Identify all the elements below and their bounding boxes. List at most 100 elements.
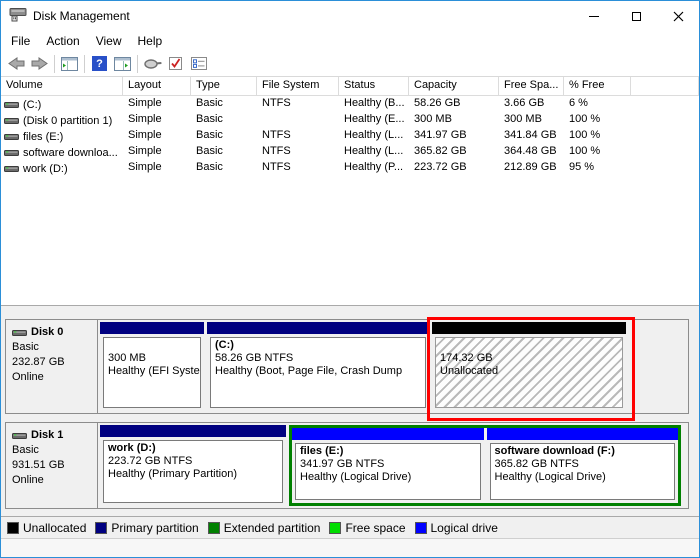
cell-status: Healthy (L... <box>339 144 409 160</box>
disk-status: Online <box>12 473 93 488</box>
cell-free: 300 MB <box>499 112 564 128</box>
menu-action[interactable]: Action <box>38 32 87 50</box>
col-volume[interactable]: Volume <box>1 77 123 95</box>
legend-label: Free space <box>345 521 405 535</box>
cell-free: 3.66 GB <box>499 96 564 112</box>
partition-size: 174.32 GB <box>440 352 618 365</box>
logical-drive-swatch <box>415 522 427 534</box>
cell-status: Healthy (E... <box>339 112 409 128</box>
action-pane-button[interactable] <box>111 53 134 75</box>
cell-layout: Simple <box>123 160 191 176</box>
check-disk-button[interactable] <box>164 53 187 75</box>
disk1-header[interactable]: Disk 1 Basic 931.51 GB Online <box>5 422 98 509</box>
cell-pct: 95 % <box>564 160 631 176</box>
volume-name: (C:) <box>23 99 41 111</box>
disk-kind: Basic <box>12 340 93 355</box>
col-status[interactable]: Status <box>339 77 409 95</box>
volume-list: Volume Layout Type File System Status Ca… <box>1 77 699 305</box>
partition-work-d[interactable]: work (D:) 223.72 GB NTFS Healthy (Primar… <box>100 425 286 506</box>
partition-size: 341.97 GB NTFS <box>300 458 476 471</box>
disk-name: Disk 0 <box>31 325 63 340</box>
extended-partition-container: files (E:) 341.97 GB NTFS Healthy (Logic… <box>289 425 681 506</box>
maximize-button[interactable] <box>615 1 657 31</box>
legend-unallocated: Unallocated <box>7 521 86 535</box>
partition-title <box>440 339 618 352</box>
cell-type: Basic <box>191 128 257 144</box>
maximize-icon <box>632 12 641 21</box>
partition-status: Healthy (Primary Partition) <box>108 468 278 481</box>
properties-button[interactable] <box>187 53 210 75</box>
partition-files-e[interactable]: files (E:) 341.97 GB NTFS Healthy (Logic… <box>292 428 484 503</box>
col-file-system[interactable]: File System <box>257 77 339 95</box>
toolbar-separator <box>84 55 85 73</box>
list-empty-area <box>1 176 699 305</box>
partition-status: Healthy (Boot, Page File, Crash Dump <box>215 365 421 378</box>
volume-name: files (E:) <box>23 131 63 143</box>
cell-type: Basic <box>191 144 257 160</box>
cell-capacity: 341.97 GB <box>409 128 499 144</box>
partition-title: (C:) <box>215 339 421 352</box>
close-button[interactable] <box>657 1 699 31</box>
volume-row-files-e[interactable]: files (E:) Simple Basic NTFS Healthy (L.… <box>1 128 699 144</box>
menu-file[interactable]: File <box>3 32 38 50</box>
back-button[interactable] <box>5 53 28 75</box>
menu-view[interactable]: View <box>88 32 130 50</box>
partition-size: 58.26 GB NTFS <box>215 352 421 365</box>
volume-row-disk0-partition1[interactable]: (Disk 0 partition 1) Simple Basic Health… <box>1 112 699 128</box>
col-layout[interactable]: Layout <box>123 77 191 95</box>
cell-pct: 100 % <box>564 144 631 160</box>
cell-capacity: 300 MB <box>409 112 499 128</box>
help-button[interactable]: ? <box>88 53 111 75</box>
cell-fs <box>257 112 339 128</box>
volume-icon <box>4 116 19 126</box>
primary-partition-swatch <box>95 522 107 534</box>
cell-pct: 100 % <box>564 128 631 144</box>
cell-pct: 100 % <box>564 112 631 128</box>
partition-software-download-f[interactable]: software download (F:) 365.82 GB NTFS He… <box>487 428 679 503</box>
partition-unallocated[interactable]: 174.32 GB Unallocated <box>432 322 626 411</box>
title-bar: Disk Management <box>1 1 699 31</box>
menu-help[interactable]: Help <box>130 32 171 50</box>
disk0-header[interactable]: Disk 0 Basic 232.87 GB Online <box>5 319 98 414</box>
unallocated-swatch <box>7 522 19 534</box>
logical-drive-bar <box>487 428 679 440</box>
window-title: Disk Management <box>33 9 130 23</box>
cell-capacity: 58.26 GB <box>409 96 499 112</box>
cell-type: Basic <box>191 160 257 176</box>
partition-c[interactable]: (C:) 58.26 GB NTFS Healthy (Boot, Page F… <box>207 322 429 411</box>
cell-pct: 6 % <box>564 96 631 112</box>
primary-partition-bar <box>100 322 204 334</box>
console-tree-button[interactable] <box>58 53 81 75</box>
partition-efi[interactable]: 300 MB Healthy (EFI Syste <box>100 322 204 411</box>
disk-management-window: Disk Management File Action View Help <box>0 0 700 558</box>
cell-layout: Simple <box>123 96 191 112</box>
volume-row-software-download[interactable]: software downloa... Simple Basic NTFS He… <box>1 144 699 160</box>
popup-tool-button[interactable] <box>141 53 164 75</box>
legend-label: Logical drive <box>431 521 498 535</box>
col-capacity[interactable]: Capacity <box>409 77 499 95</box>
cell-free: 364.48 GB <box>499 144 564 160</box>
legend-primary-partition: Primary partition <box>95 521 198 535</box>
disk1-row: Disk 1 Basic 931.51 GB Online work (D:) … <box>5 422 689 509</box>
volume-row-c[interactable]: (C:) Simple Basic NTFS Healthy (B... 58.… <box>1 96 699 112</box>
cell-type: Basic <box>191 112 257 128</box>
cell-status: Healthy (L... <box>339 128 409 144</box>
toolbar-separator <box>54 55 55 73</box>
cell-status: Healthy (P... <box>339 160 409 176</box>
forward-button[interactable] <box>28 53 51 75</box>
disk1-strip-filler <box>684 425 686 506</box>
extended-partition-swatch <box>208 522 220 534</box>
cell-fs: NTFS <box>257 160 339 176</box>
disk1-strip: work (D:) 223.72 GB NTFS Healthy (Primar… <box>98 422 689 509</box>
minimize-button[interactable] <box>573 1 615 31</box>
cell-fs: NTFS <box>257 96 339 112</box>
properties-icon <box>191 57 207 70</box>
col-type[interactable]: Type <box>191 77 257 95</box>
close-icon <box>673 11 684 22</box>
console-tree-icon <box>61 57 78 71</box>
col-pct-free[interactable]: % Free <box>564 77 631 95</box>
volume-row-work-d[interactable]: work (D:) Simple Basic NTFS Healthy (P..… <box>1 160 699 176</box>
partition-title: work (D:) <box>108 442 278 455</box>
col-free-space[interactable]: Free Spa... <box>499 77 564 95</box>
disk0-strip: 300 MB Healthy (EFI Syste (C:) 58.26 GB … <box>98 319 689 414</box>
